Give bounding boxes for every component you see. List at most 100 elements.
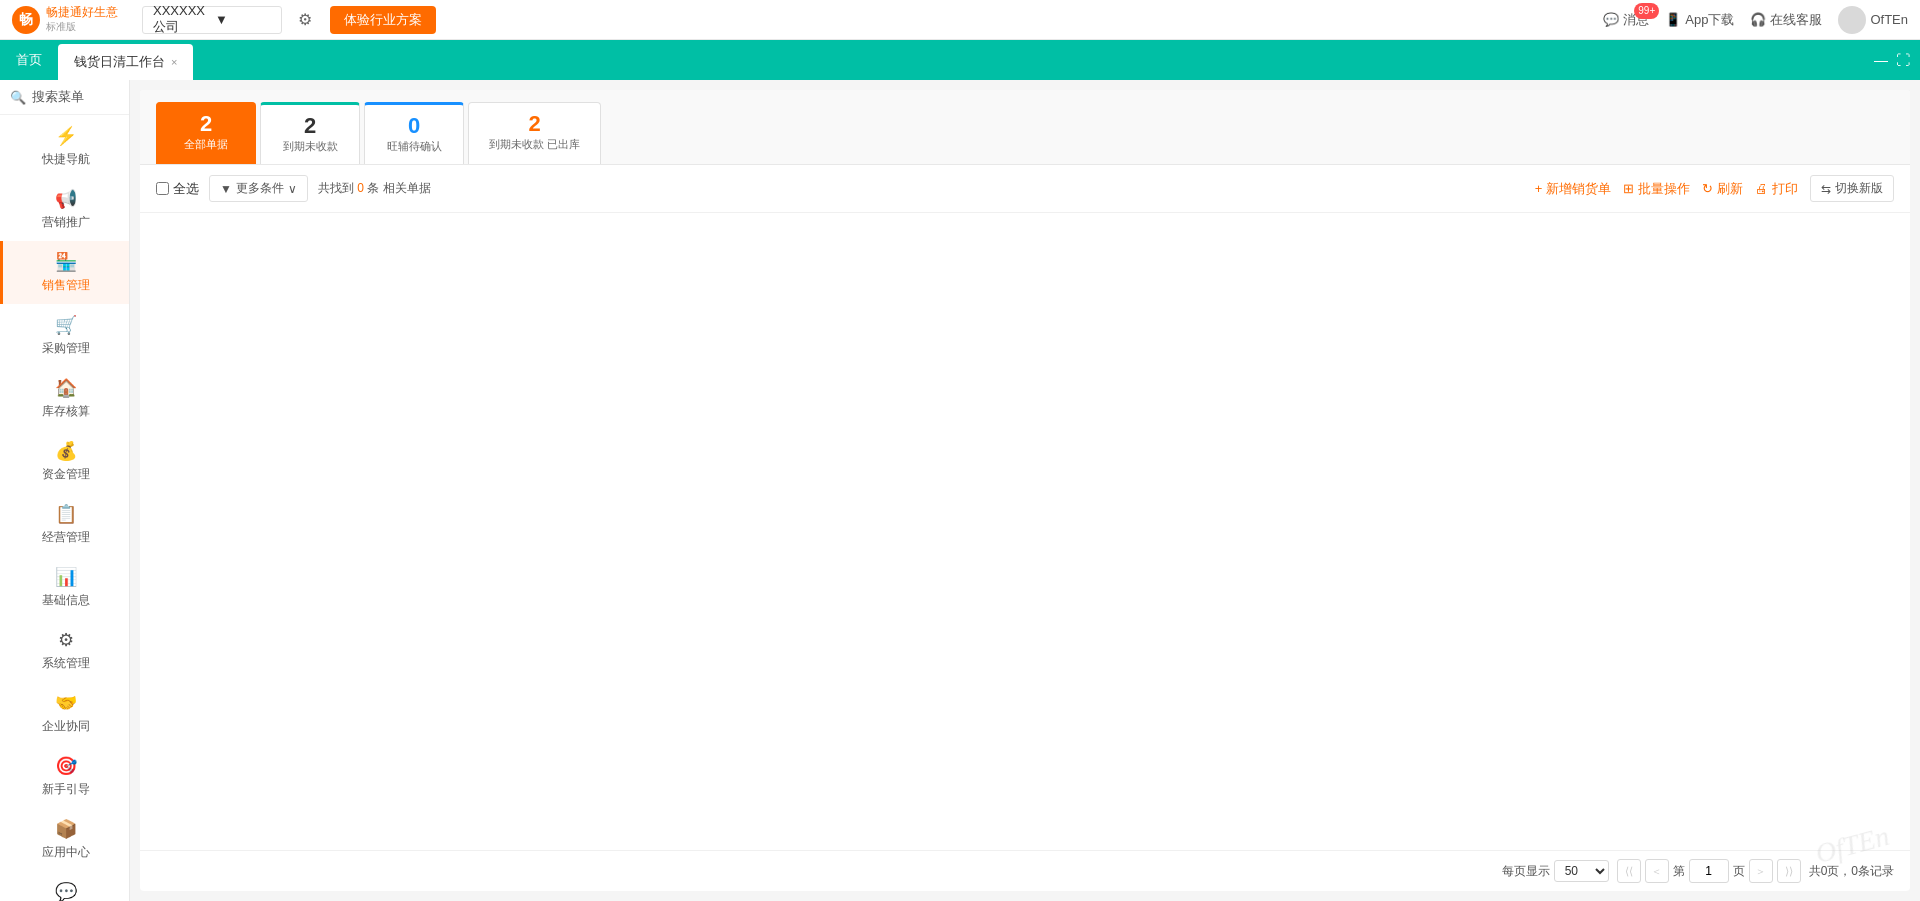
sidebar-item-label-finance: 资金管理 [42,466,90,483]
first-page-button[interactable]: ⟨⟨ [1617,859,1641,883]
per-page-selector[interactable]: 50 100 200 [1554,860,1609,882]
sidebar-item-quick-nav[interactable]: ⚡ 快捷导航 [0,115,129,178]
stat-label-shipped: 到期未收款 已出库 [489,137,580,152]
marketing-icon: 📢 [55,188,77,210]
filter-chevron-icon: ∨ [288,182,297,196]
company-name: XXXXXX公司 [153,3,209,36]
sidebar-item-basic-info[interactable]: 📊 基础信息 [0,556,129,619]
sidebar-search[interactable]: 🔍 搜索菜单 [0,80,129,115]
top-bar: 畅 畅捷通好生意 标准版 XXXXXX公司 ▼ ⚙ 体验行业方案 💬 消息 99… [0,0,1920,40]
sidebar-item-system[interactable]: ⚙ 系统管理 [0,619,129,682]
main-layout: 🔍 搜索菜单 ⚡ 快捷导航 📢 营销推广 🏪 销售管理 🛒 采购管理 🏠 库存核… [0,80,1920,901]
tab-home[interactable]: 首页 [0,40,58,80]
message-badge: 99+ [1634,3,1659,19]
per-page-label: 每页显示 [1502,863,1550,880]
sidebar-item-inventory[interactable]: 🏠 库存核算 [0,367,129,430]
select-all-checkbox[interactable]: 全选 [156,180,199,198]
stat-count-shipped: 2 [528,111,540,137]
next-page-button[interactable]: ＞ [1749,859,1773,883]
stat-tab-overdue[interactable]: 2 到期未收款 [260,102,360,164]
system-icon: ⚙ [58,629,74,651]
enterprise-icon: 🤝 [55,692,77,714]
sidebar-search-label: 搜索菜单 [32,88,84,106]
username-text: OfTEn [1870,12,1908,27]
app-download-item[interactable]: 📱 App下载 [1665,11,1734,29]
avatar-item[interactable]: OfTEn [1838,6,1908,34]
filter-icon: ▼ [220,182,232,196]
app-center-icon: 📦 [55,818,77,840]
stat-tab-wangfu[interactable]: 0 旺辅待确认 [364,102,464,164]
content-inner: 2 全部单据 2 到期未收款 0 旺辅待确认 2 到期未收款 已出库 [140,90,1910,891]
basic-info-icon: 📊 [55,566,77,588]
sidebar-item-marketing[interactable]: 📢 营销推广 [0,178,129,241]
refresh-icon: ↻ [1702,181,1713,196]
new-order-button[interactable]: + 新增销货单 [1535,180,1611,198]
tab-work-bench[interactable]: 钱货日清工作台 × [58,44,193,80]
wechat-icon: 💬 [55,881,77,901]
prev-page-button[interactable]: ＜ [1645,859,1669,883]
switch-icon: ⇆ [1821,182,1831,196]
sidebar-item-label-enterprise: 企业协同 [42,718,90,735]
operations-icon: 📋 [55,503,77,525]
tab-indicator-all [157,103,255,106]
sidebar: 🔍 搜索菜单 ⚡ 快捷导航 📢 营销推广 🏪 销售管理 🛒 采购管理 🏠 库存核… [0,80,130,901]
toolbar: 全选 ▼ 更多条件 ∨ 共找到 0 条 相关单据 + 新增销货单 ⊞ 批量操作 [140,165,1910,213]
logo-area: 畅 畅捷通好生意 标准版 [12,5,142,35]
batch-operation-button[interactable]: ⊞ 批量操作 [1623,180,1690,198]
sales-icon: 🏪 [55,251,77,273]
refresh-button[interactable]: ↻ 刷新 [1702,180,1743,198]
select-all-label: 全选 [173,180,199,198]
chevron-down-icon: ▼ [215,12,271,27]
logo-icon: 畅 [12,6,40,34]
print-label: 打印 [1772,180,1798,198]
sidebar-item-wechat[interactable]: 💬 企业微信 [0,871,129,901]
message-item[interactable]: 💬 消息 99+ [1603,11,1649,29]
stat-label-overdue: 到期未收款 [283,139,338,154]
finance-icon: 💰 [55,440,77,462]
sidebar-item-sales[interactable]: 🏪 销售管理 [0,241,129,304]
tab-bar-actions: — ⛶ [1874,52,1920,68]
sidebar-item-guide[interactable]: 🎯 新手引导 [0,745,129,808]
app-download-icon: 📱 [1665,12,1681,27]
tab-minimize-icon[interactable]: — [1874,52,1888,68]
company-selector[interactable]: XXXXXX公司 ▼ [142,6,282,34]
tab-close-icon[interactable]: × [171,56,177,68]
print-icon: 🖨 [1755,181,1768,196]
select-all-input[interactable] [156,182,169,195]
found-count: 0 [357,181,364,195]
sidebar-item-label-operations: 经营管理 [42,529,90,546]
page-suffix: 页 [1733,863,1745,880]
sidebar-item-purchase[interactable]: 🛒 采购管理 [0,304,129,367]
trial-button[interactable]: 体验行业方案 [330,6,436,34]
total-records: 共0页，0条记录 [1809,863,1894,880]
sidebar-item-label-marketing: 营销推广 [42,214,90,231]
sidebar-item-label-sales: 销售管理 [42,277,90,294]
sidebar-item-label-quick-nav: 快捷导航 [42,151,90,168]
sidebar-item-label-system: 系统管理 [42,655,90,672]
stat-tab-all[interactable]: 2 全部单据 [156,102,256,164]
sidebar-item-operations[interactable]: 📋 经营管理 [0,493,129,556]
toolbar-right: + 新增销货单 ⊞ 批量操作 ↻ 刷新 🖨 打印 ⇆ [1535,175,1894,202]
print-button[interactable]: 🖨 打印 [1755,180,1798,198]
batch-label: 批量操作 [1638,180,1690,198]
sidebar-item-finance[interactable]: 💰 资金管理 [0,430,129,493]
settings-icon[interactable]: ⚙ [290,5,320,35]
sidebar-item-label-purchase: 采购管理 [42,340,90,357]
sidebar-item-app-center[interactable]: 📦 应用中心 [0,808,129,871]
refresh-label: 刷新 [1717,180,1743,198]
online-service-item[interactable]: 🎧 在线客服 [1750,11,1822,29]
app-download-label: App下载 [1685,11,1734,29]
tab-maximize-icon[interactable]: ⛶ [1896,52,1910,68]
purchase-icon: 🛒 [55,314,77,336]
switch-version-button[interactable]: ⇆ 切换新版 [1810,175,1894,202]
last-page-button[interactable]: ⟩⟩ [1777,859,1801,883]
filter-button[interactable]: ▼ 更多条件 ∨ [209,175,308,202]
online-service-icon: 🎧 [1750,12,1766,27]
logo-text: 畅捷通好生意 [46,5,118,21]
stat-count-wangfu: 0 [408,113,420,139]
switch-label: 切换新版 [1835,180,1883,197]
content-area: 2 全部单据 2 到期未收款 0 旺辅待确认 2 到期未收款 已出库 [130,80,1920,901]
page-input[interactable] [1689,859,1729,883]
stat-tab-shipped[interactable]: 2 到期未收款 已出库 [468,102,601,164]
sidebar-item-enterprise[interactable]: 🤝 企业协同 [0,682,129,745]
